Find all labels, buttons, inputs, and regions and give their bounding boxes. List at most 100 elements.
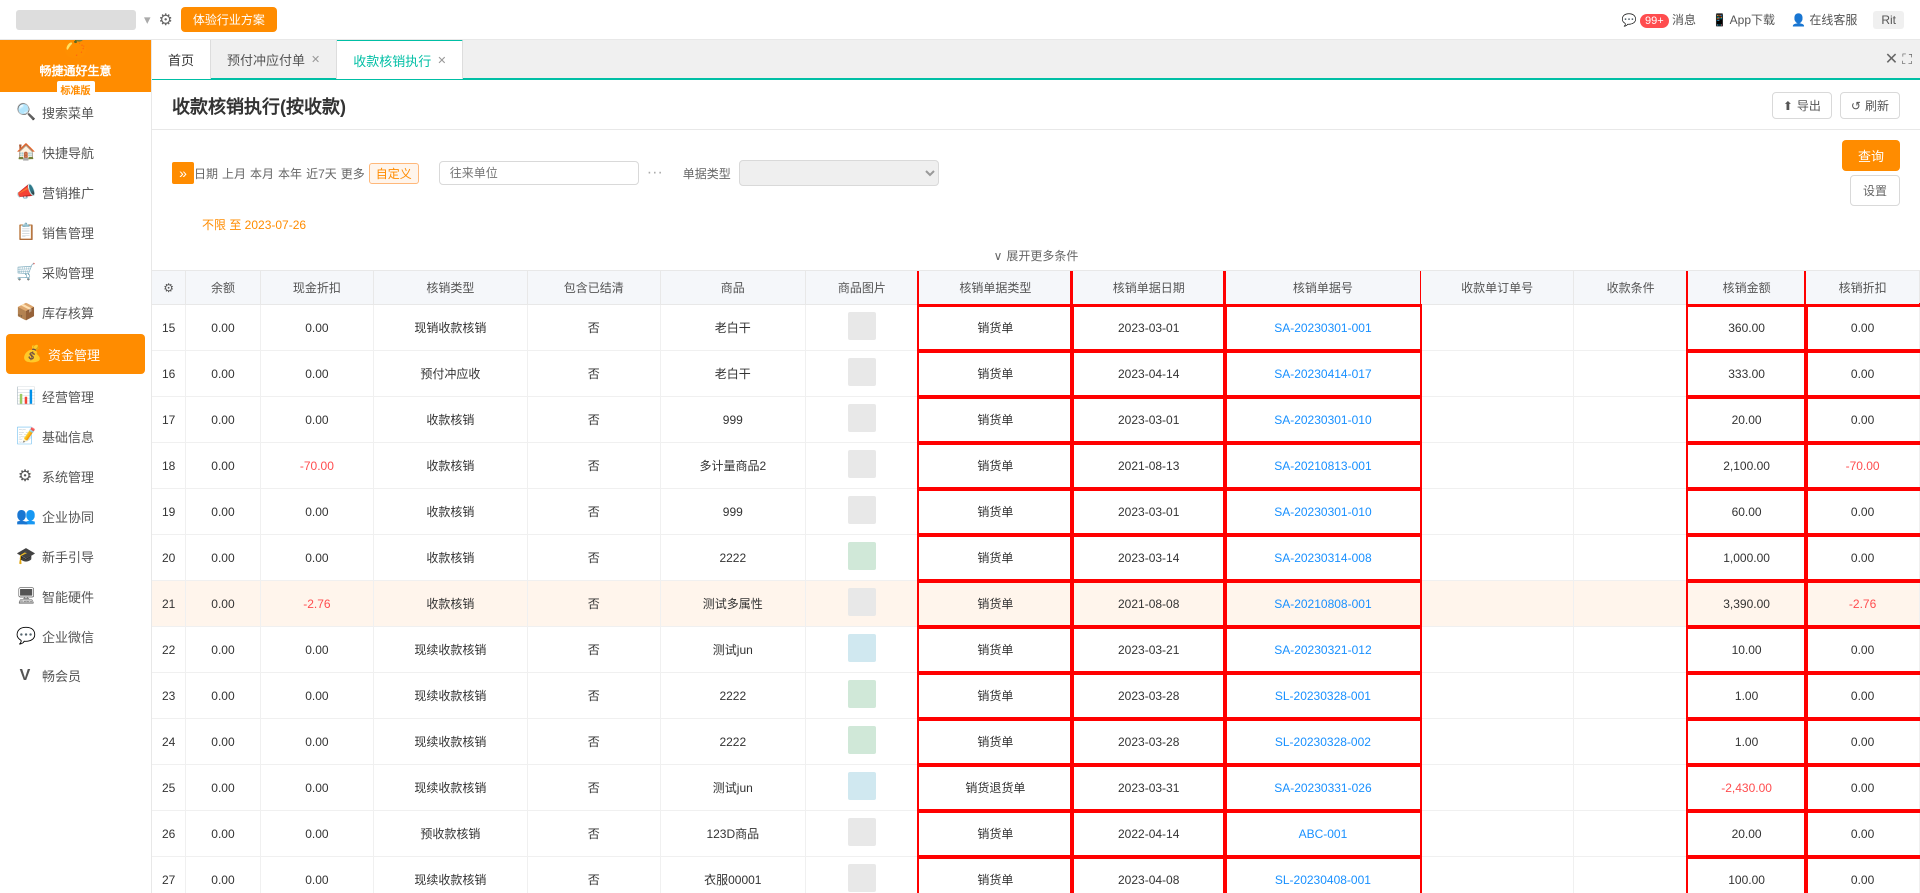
cell-receipt-condition (1574, 305, 1688, 351)
cell-receipt-condition (1574, 397, 1688, 443)
sidebar-logo: 🍊 畅捷通好生意 标准版 (0, 40, 151, 92)
tab-maximize-btn[interactable]: ⛶ (1902, 51, 1912, 68)
cell-product-image (805, 719, 919, 765)
cell-include-settled: 否 (527, 719, 661, 765)
tab-verification-close[interactable]: ✕ (437, 54, 446, 67)
sidebar-item-finance[interactable]: 💰 资金管理 (6, 334, 145, 374)
expand-more-btn[interactable]: ∨ 展开更多条件 (152, 241, 1920, 271)
cell-receipt-condition (1574, 627, 1688, 673)
cell-voucher-no[interactable]: ABC-001 (1225, 811, 1420, 857)
from-unit-input[interactable] (439, 161, 639, 185)
refresh-btn[interactable]: ↺ 刷新 (1840, 92, 1900, 119)
date-last-month[interactable]: 上月 (222, 165, 246, 182)
sidebar-label-member: 畅会员 (42, 666, 81, 685)
cell-voucher-no[interactable]: SL-20230328-001 (1225, 673, 1420, 719)
cell-voucher-no[interactable]: SL-20230328-002 (1225, 719, 1420, 765)
cell-voucher-date: 2023-04-08 (1072, 857, 1225, 893)
finance-icon: 💰 (22, 344, 40, 364)
cell-voucher-type: 销货单 (919, 305, 1072, 351)
filter-settings-btn[interactable]: 设置 (1850, 175, 1900, 206)
cell-cash-discount: 0.00 (260, 765, 374, 811)
user-display[interactable]: Rit (1873, 11, 1904, 29)
cell-voucher-no[interactable]: SA-20230321-012 (1225, 627, 1420, 673)
date-custom-btn[interactable]: 自定义 (369, 163, 419, 184)
cell-id: 20 (152, 535, 186, 581)
sidebar-item-member[interactable]: V 畅会员 (0, 656, 151, 695)
cell-verify-amount: 20.00 (1688, 811, 1806, 857)
table-header-row: ⚙ 余额 现金折扣 核销类型 包含已结清 商品 商品图片 核销单据类型 核销单据… (152, 271, 1920, 305)
cell-voucher-no[interactable]: SA-20230301-010 (1225, 489, 1420, 535)
sidebar-item-sales[interactable]: 📋 销售管理 (0, 212, 151, 252)
cell-verify-discount: 0.00 (1806, 811, 1920, 857)
cell-balance: 0.00 (186, 673, 260, 719)
tab-prepay[interactable]: 预付冲应付单 ✕ (211, 40, 337, 79)
settings-gear-btn[interactable]: ⚙ (159, 10, 173, 30)
cell-verify-discount: 0.00 (1806, 627, 1920, 673)
cell-verify-amount: 100.00 (1688, 857, 1806, 893)
th-product: 商品 (661, 271, 806, 305)
sidebar-item-enterprise[interactable]: 👥 企业协同 (0, 496, 151, 536)
cell-product-image (805, 811, 919, 857)
cell-voucher-no[interactable]: SA-20230331-026 (1225, 765, 1420, 811)
sidebar-item-inventory[interactable]: 📦 库存核算 (0, 292, 151, 332)
industry-solution-btn[interactable]: 体验行业方案 (181, 7, 277, 32)
cell-voucher-no[interactable]: SA-20230314-008 (1225, 535, 1420, 581)
cell-cash-discount: 0.00 (260, 811, 374, 857)
date-this-month[interactable]: 本月 (250, 165, 274, 182)
cell-cash-discount: 0.00 (260, 857, 374, 893)
date-this-year[interactable]: 本年 (278, 165, 302, 182)
dropdown-arrow[interactable]: ▾ (144, 12, 151, 28)
sidebar-item-basic-info[interactable]: 📝 基础信息 (0, 416, 151, 456)
sidebar-item-marketing[interactable]: 📣 营销推广 (0, 172, 151, 212)
cell-verify-discount: 0.00 (1806, 765, 1920, 811)
cell-voucher-no[interactable]: SA-20210813-001 (1225, 443, 1420, 489)
cell-voucher-no[interactable]: SA-20210808-001 (1225, 581, 1420, 627)
voucher-type-select[interactable] (739, 160, 939, 186)
page-title: 收款核销执行(按收款) (172, 93, 346, 119)
cell-receipt-condition (1574, 811, 1688, 857)
cell-voucher-no[interactable]: SA-20230301-010 (1225, 397, 1420, 443)
tab-prepay-close[interactable]: ✕ (311, 53, 320, 66)
cell-voucher-type: 销货单 (919, 489, 1072, 535)
th-balance: 余额 (186, 271, 260, 305)
page-content: 收款核销执行(按收款) ⬆ 导出 ↺ 刷新 (152, 80, 1920, 893)
cell-voucher-no[interactable]: SA-20230301-001 (1225, 305, 1420, 351)
cell-verify-amount: 20.00 (1688, 397, 1806, 443)
th-receipt-order-no: 收款单订单号 (1420, 271, 1573, 305)
cell-verify-amount: 60.00 (1688, 489, 1806, 535)
cell-voucher-date: 2023-03-21 (1072, 627, 1225, 673)
sidebar-item-wechat[interactable]: 💬 企业微信 (0, 616, 151, 656)
sidebar-item-quick-nav[interactable]: 🏠 快捷导航 (0, 132, 151, 172)
th-settings[interactable]: ⚙ (152, 271, 186, 305)
export-btn[interactable]: ⬆ 导出 (1772, 92, 1832, 119)
notification-area[interactable]: 💬 99+ 消息 (1622, 11, 1696, 28)
sidebar-item-system[interactable]: ⚙ 系统管理 (0, 456, 151, 496)
cell-balance: 0.00 (186, 305, 260, 351)
cell-receipt-condition (1574, 581, 1688, 627)
tab-verification[interactable]: 收款核销执行 ✕ (337, 40, 463, 79)
cell-voucher-date: 2023-03-01 (1072, 489, 1225, 535)
cell-cash-discount: 0.00 (260, 397, 374, 443)
cell-voucher-date: 2021-08-13 (1072, 443, 1225, 489)
cell-voucher-no[interactable]: SL-20230408-001 (1225, 857, 1420, 893)
tab-close-btn[interactable]: ✕ (1885, 49, 1898, 69)
online-service-link[interactable]: 👤 在线客服 (1791, 11, 1857, 28)
cell-verify-amount: 3,390.00 (1688, 581, 1806, 627)
filter-expand-btn[interactable]: » (172, 162, 194, 184)
cell-include-settled: 否 (527, 811, 661, 857)
sidebar-item-search[interactable]: 🔍 搜索菜单 (0, 92, 151, 132)
cell-include-settled: 否 (527, 857, 661, 893)
sidebar-item-operations[interactable]: 📊 经营管理 (0, 376, 151, 416)
cell-verify-discount: 0.00 (1806, 489, 1920, 535)
date-more[interactable]: 更多 (341, 165, 365, 182)
cell-product: 2222 (661, 535, 806, 581)
query-btn[interactable]: 查询 (1842, 140, 1900, 171)
date-7days[interactable]: 近7天 (306, 165, 337, 182)
sidebar-item-guide[interactable]: 🎓 新手引导 (0, 536, 151, 576)
sidebar-item-hardware[interactable]: 🖥 智能硬件 (0, 576, 151, 616)
sidebar-item-purchase[interactable]: 🛒 采购管理 (0, 252, 151, 292)
cell-voucher-date: 2023-03-28 (1072, 673, 1225, 719)
tab-home[interactable]: 首页 (152, 40, 211, 79)
app-download-link[interactable]: 📱 App下载 (1712, 11, 1775, 28)
cell-voucher-no[interactable]: SA-20230414-017 (1225, 351, 1420, 397)
